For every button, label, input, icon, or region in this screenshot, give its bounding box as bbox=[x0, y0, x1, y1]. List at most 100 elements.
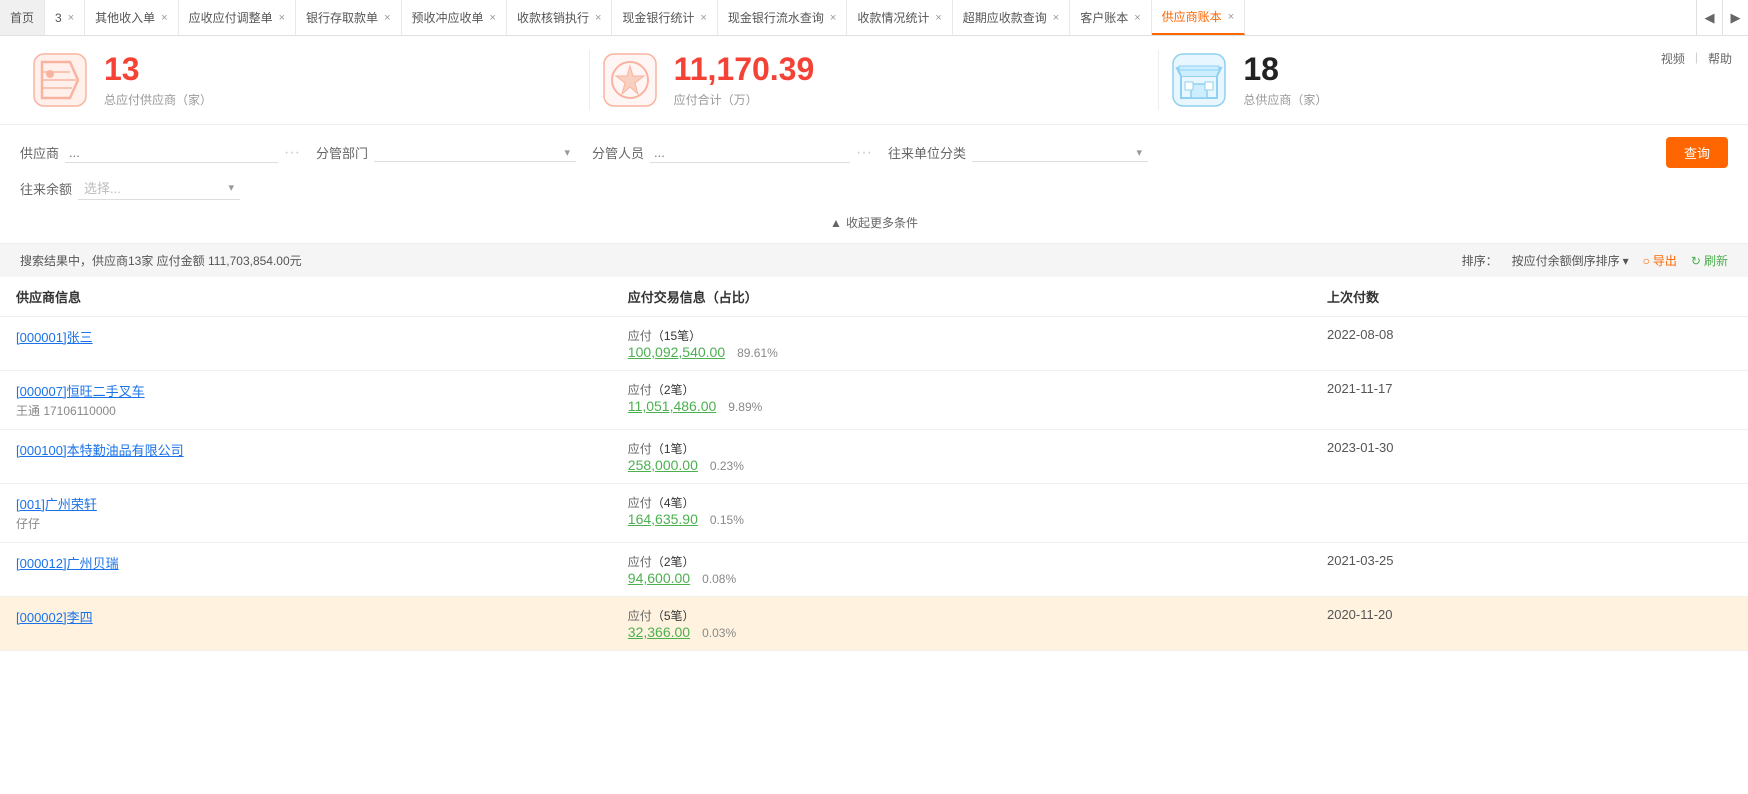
tab-close-icon-other-income[interactable]: × bbox=[161, 12, 167, 24]
nav-next-arrow[interactable]: ▶ bbox=[1722, 0, 1748, 36]
tx-count-2: （1笔） bbox=[652, 442, 695, 456]
sort-select[interactable]: 按应付余额倒序排序 ▾ bbox=[1512, 252, 1629, 269]
tab-close-icon-cash-bank-flow[interactable]: × bbox=[830, 12, 836, 24]
nav-tab-cash-bank-flow[interactable]: 现金银行流水查询× bbox=[718, 0, 847, 35]
tx-bottom-4: 94,600.00 0.08% bbox=[628, 570, 1295, 586]
export-button[interactable]: ○ 导出 bbox=[1643, 252, 1677, 269]
nav-prev-arrow[interactable]: ◀ bbox=[1696, 0, 1722, 36]
person-more-icon[interactable]: ··· bbox=[856, 144, 872, 162]
last-date-5: 2020-11-20 bbox=[1327, 607, 1393, 622]
nav-tab-home[interactable]: 首页 bbox=[0, 0, 45, 35]
cell-lastdate-4: 2021-03-25 bbox=[1311, 543, 1748, 597]
supplier-more-icon[interactable]: ··· bbox=[284, 144, 300, 162]
nav-tab-receipt-stat[interactable]: 收款情况统计× bbox=[847, 0, 952, 35]
supplier-link-3[interactable]: [001]广州荣轩 bbox=[16, 497, 97, 512]
amount-0[interactable]: 100,092,540.00 bbox=[628, 344, 725, 360]
table-row: [001]广州荣轩仔仔应付（4笔）164,635.900.15% bbox=[0, 484, 1748, 543]
amount-5[interactable]: 32,366.00 bbox=[628, 624, 690, 640]
nav-tab-supplier-book[interactable]: 供应商账本× bbox=[1152, 0, 1245, 35]
last-date-0: 2022-08-08 bbox=[1327, 327, 1394, 342]
collapse-arrow-icon: ▲ bbox=[830, 216, 842, 230]
cell-supplier-4: [000012]广州贝瑞 bbox=[0, 543, 612, 597]
supplier-link-0[interactable]: [000001]张三 bbox=[16, 330, 93, 345]
tx-bottom-1: 11,051,486.009.89% bbox=[628, 398, 1295, 414]
help-link[interactable]: 帮助 bbox=[1708, 50, 1732, 67]
tag-icon bbox=[30, 50, 90, 110]
col-header-supplier: 供应商信息 bbox=[0, 277, 612, 317]
help-video-link[interactable]: 视频 bbox=[1661, 50, 1685, 67]
sort-value: 按应付余额倒序排序 bbox=[1512, 252, 1620, 269]
tab-close-icon-supplier-book[interactable]: × bbox=[1228, 11, 1234, 23]
amount-4[interactable]: 94,600.00 bbox=[628, 570, 690, 586]
tab-close-icon-cash-bank-stat[interactable]: × bbox=[700, 12, 706, 24]
supplier-link-5[interactable]: [000002]李四 bbox=[16, 610, 93, 625]
tx-top-4: 应付（2笔） bbox=[628, 553, 1295, 570]
nav-tab-receipt-verify[interactable]: 收款核销执行× bbox=[507, 0, 612, 35]
nav-tab-ar-ap-adjust[interactable]: 应收应付调整单× bbox=[179, 0, 296, 35]
department-select[interactable]: ▾ bbox=[374, 144, 576, 162]
collapse-button[interactable]: ▲ 收起更多条件 bbox=[20, 208, 1728, 233]
tx-top-1: 应付（2笔） bbox=[628, 381, 1295, 398]
supplier-link-1[interactable]: [000007]恒旺二手叉车 bbox=[16, 384, 145, 399]
query-button[interactable]: 查询 bbox=[1666, 137, 1728, 168]
nav-tab-tab3[interactable]: 3× bbox=[45, 0, 85, 35]
cell-lastdate-0: 2022-08-08 bbox=[1311, 317, 1748, 371]
col-header-lastpay: 上次付数 bbox=[1311, 277, 1748, 317]
percent-4: 0.08% bbox=[702, 572, 736, 586]
department-chevron-icon: ▾ bbox=[564, 146, 570, 159]
percent-0: 89.61% bbox=[737, 346, 778, 360]
tab-close-icon-overdue-ar[interactable]: × bbox=[1053, 12, 1059, 24]
nav-tab-cash-bank-stat[interactable]: 现金银行统计× bbox=[612, 0, 717, 35]
tab-close-icon-receipt-stat[interactable]: × bbox=[935, 12, 941, 24]
summary-text-total-payable: 11,170.39 应付合计（万） bbox=[674, 52, 815, 108]
result-actions: 排序： 按应付余额倒序排序 ▾ ○ 导出 ↻ 刷新 bbox=[1462, 252, 1728, 269]
nav-tab-customer-book[interactable]: 客户账本× bbox=[1070, 0, 1151, 35]
cell-lastdate-2: 2023-01-30 bbox=[1311, 430, 1748, 484]
cell-tx-4: 应付（2笔）94,600.00 0.08% bbox=[612, 543, 1311, 597]
nav-tab-bank-deposit[interactable]: 银行存取款单× bbox=[296, 0, 401, 35]
filter-department: 分管部门 ▾ bbox=[316, 143, 576, 162]
tab-close-icon-receipt-verify[interactable]: × bbox=[595, 12, 601, 24]
summary-card-total-payable: 11,170.39 应付合计（万） bbox=[590, 50, 1160, 110]
cell-tx-3: 应付（4笔）164,635.900.15% bbox=[612, 484, 1311, 543]
tx-bottom-2: 258,000.000.23% bbox=[628, 457, 1295, 473]
amount-3[interactable]: 164,635.90 bbox=[628, 511, 698, 527]
supplier-input[interactable] bbox=[65, 143, 278, 163]
tx-count-1: （2笔） bbox=[652, 383, 695, 397]
tab-close-icon-bank-deposit[interactable]: × bbox=[384, 12, 390, 24]
nav-tab-overdue-ar[interactable]: 超期应收款查询× bbox=[953, 0, 1070, 35]
person-input[interactable] bbox=[650, 143, 850, 163]
sort-chevron-icon: ▾ bbox=[1623, 254, 1629, 268]
export-label: 导出 bbox=[1653, 252, 1677, 269]
supplier-link-4[interactable]: [000012]广州贝瑞 bbox=[16, 556, 119, 571]
cell-tx-5: 应付（5笔）32,366.000.03% bbox=[612, 597, 1311, 651]
cell-lastdate-3 bbox=[1311, 484, 1748, 543]
amount-1[interactable]: 11,051,486.00 bbox=[628, 398, 717, 414]
tab-close-icon-tab3[interactable]: × bbox=[68, 12, 74, 24]
filter-category: 往来单位分类 ▾ bbox=[888, 143, 1148, 162]
main-table-wrapper: 供应商信息 应付交易信息（占比） 上次付数 [000001]张三应付（15笔）1… bbox=[0, 277, 1748, 794]
tab-close-icon-ar-ap-adjust[interactable]: × bbox=[279, 12, 285, 24]
tx-top-3: 应付（4笔） bbox=[628, 494, 1295, 511]
tx-count-0: （15笔） bbox=[652, 329, 701, 343]
tab-close-icon-prepay-offset[interactable]: × bbox=[490, 12, 496, 24]
nav-tab-other-income[interactable]: 其他收入单× bbox=[85, 0, 178, 35]
balance-placeholder: 选择... bbox=[84, 178, 121, 197]
tx-bottom-0: 100,092,540.00 89.61% bbox=[628, 344, 1295, 360]
last-date-1: 2021-11-17 bbox=[1327, 381, 1393, 396]
cell-tx-1: 应付（2笔）11,051,486.009.89% bbox=[612, 371, 1311, 430]
supplier-link-2[interactable]: [000100]本特勤油品有限公司 bbox=[16, 443, 184, 458]
cell-supplier-5: [000002]李四 bbox=[0, 597, 612, 651]
tab-close-icon-customer-book[interactable]: × bbox=[1134, 12, 1140, 24]
balance-select[interactable]: 选择... ▾ bbox=[78, 176, 240, 200]
amount-2[interactable]: 258,000.00 bbox=[628, 457, 698, 473]
tx-label-5: 应付 bbox=[628, 609, 652, 623]
nav-tab-prepay-offset[interactable]: 预收冲应收单× bbox=[402, 0, 507, 35]
refresh-label: 刷新 bbox=[1704, 252, 1728, 269]
refresh-button[interactable]: ↻ 刷新 bbox=[1691, 252, 1728, 269]
tx-top-0: 应付（15笔） bbox=[628, 327, 1295, 344]
supplier-sub-3: 仔仔 bbox=[16, 515, 596, 532]
category-select[interactable]: ▾ bbox=[972, 144, 1148, 162]
star-icon bbox=[600, 50, 660, 110]
col-header-tx: 应付交易信息（占比） bbox=[612, 277, 1311, 317]
